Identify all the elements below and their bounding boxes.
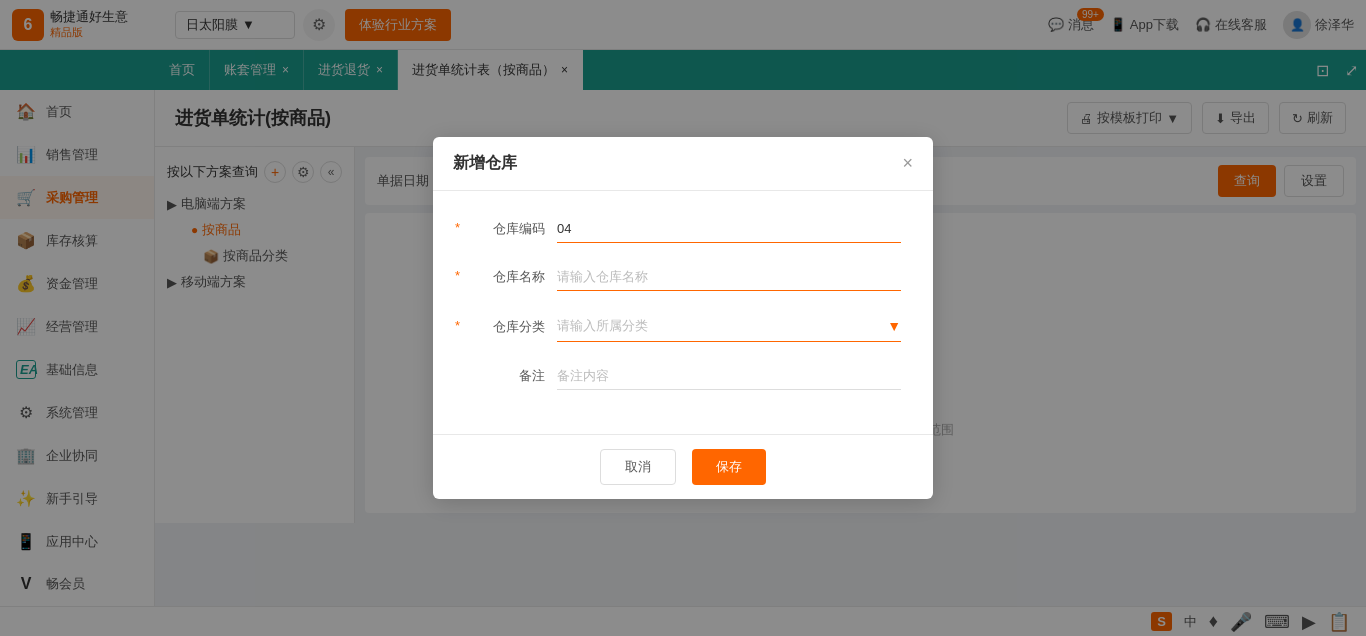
form-row-note: 备注 bbox=[465, 362, 901, 390]
form-row-category: 仓库分类 请输入所属分类 ▼ bbox=[465, 311, 901, 342]
modal-title: 新增仓库 bbox=[453, 153, 517, 174]
save-button[interactable]: 保存 bbox=[692, 449, 766, 485]
code-input[interactable] bbox=[557, 215, 901, 243]
chevron-down-icon: ▼ bbox=[887, 318, 901, 334]
note-label: 备注 bbox=[465, 367, 545, 385]
note-input[interactable] bbox=[557, 362, 901, 390]
name-input[interactable] bbox=[557, 263, 901, 291]
modal-footer: 取消 保存 bbox=[433, 434, 933, 499]
form-row-code: 仓库编码 bbox=[465, 215, 901, 243]
modal-header: 新增仓库 × bbox=[433, 137, 933, 191]
category-placeholder: 请输入所属分类 bbox=[557, 317, 887, 335]
category-label: 仓库分类 bbox=[465, 318, 545, 336]
modal-body: 仓库编码 仓库名称 仓库分类 请输入所属分类 ▼ 备注 bbox=[433, 191, 933, 434]
new-warehouse-modal: 新增仓库 × 仓库编码 仓库名称 仓库分类 请输入所属分类 ▼ 备注 取消 bbox=[433, 137, 933, 499]
name-label: 仓库名称 bbox=[465, 268, 545, 286]
category-select[interactable]: 请输入所属分类 ▼ bbox=[557, 311, 901, 342]
code-label: 仓库编码 bbox=[465, 220, 545, 238]
modal-close-button[interactable]: × bbox=[902, 153, 913, 174]
form-row-name: 仓库名称 bbox=[465, 263, 901, 291]
cancel-button[interactable]: 取消 bbox=[600, 449, 676, 485]
